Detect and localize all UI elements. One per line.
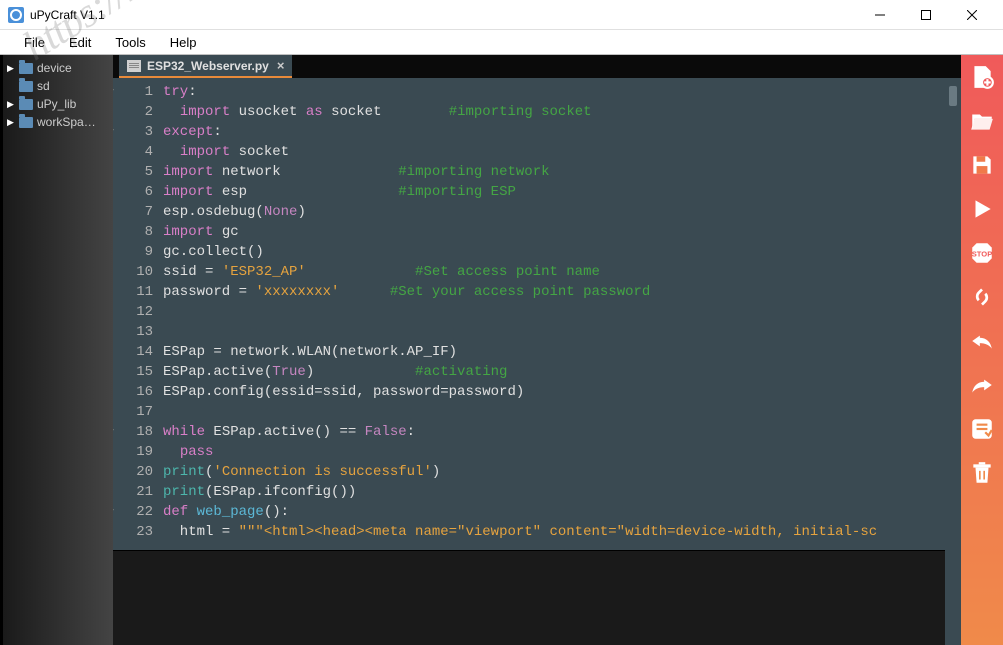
tree-item-upylib[interactable]: ▶ uPy_lib <box>3 95 113 113</box>
console-panel[interactable] <box>113 550 961 645</box>
editor-area: ESP32_Webserver.py × 1▾23▾45678910111213… <box>113 55 961 645</box>
folder-icon <box>19 117 33 128</box>
minimize-button[interactable] <box>857 0 903 30</box>
folder-icon <box>19 99 33 110</box>
line-number-gutter: 1▾23▾456789101112131415161718▾19202122▾2… <box>113 82 163 542</box>
syntax-check-button[interactable] <box>966 413 998 445</box>
connect-button[interactable] <box>966 281 998 313</box>
tab-filename: ESP32_Webserver.py <box>147 59 269 73</box>
vertical-scrollbar[interactable] <box>945 78 961 645</box>
expand-icon: ▶ <box>7 63 17 74</box>
app-icon <box>8 7 24 23</box>
menu-bar: File Edit Tools Help <box>0 30 1003 55</box>
file-icon <box>127 60 141 72</box>
code-editor[interactable]: 1▾23▾456789101112131415161718▾19202122▾2… <box>113 78 961 542</box>
run-button[interactable] <box>966 193 998 225</box>
tree-label: sd <box>37 79 50 93</box>
tree-item-workspace[interactable]: ▶ workSpa… <box>3 113 113 131</box>
save-button[interactable] <box>966 149 998 181</box>
folder-icon <box>19 81 33 92</box>
tree-item-sd[interactable]: sd <box>3 77 113 95</box>
menu-file[interactable]: File <box>12 31 57 54</box>
undo-button[interactable] <box>966 325 998 357</box>
title-bar: uPyCraft V1.1 <box>0 0 1003 30</box>
folder-icon <box>19 63 33 74</box>
expand-icon: ▶ <box>7 99 17 110</box>
expand-icon: ▶ <box>7 117 17 128</box>
menu-edit[interactable]: Edit <box>57 31 103 54</box>
open-file-button[interactable] <box>966 105 998 137</box>
window-title: uPyCraft V1.1 <box>30 8 857 22</box>
menu-tools[interactable]: Tools <box>103 31 157 54</box>
svg-text:STOP: STOP <box>972 249 993 258</box>
maximize-button[interactable] <box>903 0 949 30</box>
tab-close-icon[interactable]: × <box>277 58 285 73</box>
tab-bar: ESP32_Webserver.py × <box>113 55 961 78</box>
close-button[interactable] <box>949 0 995 30</box>
clear-button[interactable] <box>966 457 998 489</box>
tree-label: workSpa… <box>37 115 96 129</box>
redo-button[interactable] <box>966 369 998 401</box>
menu-help[interactable]: Help <box>158 31 209 54</box>
scrollbar-thumb[interactable] <box>949 86 957 106</box>
right-toolbar: STOP <box>961 55 1003 645</box>
stop-button[interactable]: STOP <box>966 237 998 269</box>
tree-label: device <box>37 61 72 75</box>
tab-active[interactable]: ESP32_Webserver.py × <box>119 55 292 78</box>
file-tree-sidebar: ▶ device sd ▶ uPy_lib ▶ workSpa… <box>3 55 113 645</box>
new-file-button[interactable] <box>966 61 998 93</box>
tree-item-device[interactable]: ▶ device <box>3 59 113 77</box>
tree-label: uPy_lib <box>37 97 76 111</box>
code-content[interactable]: try: import usocket as socket #importing… <box>163 82 961 542</box>
